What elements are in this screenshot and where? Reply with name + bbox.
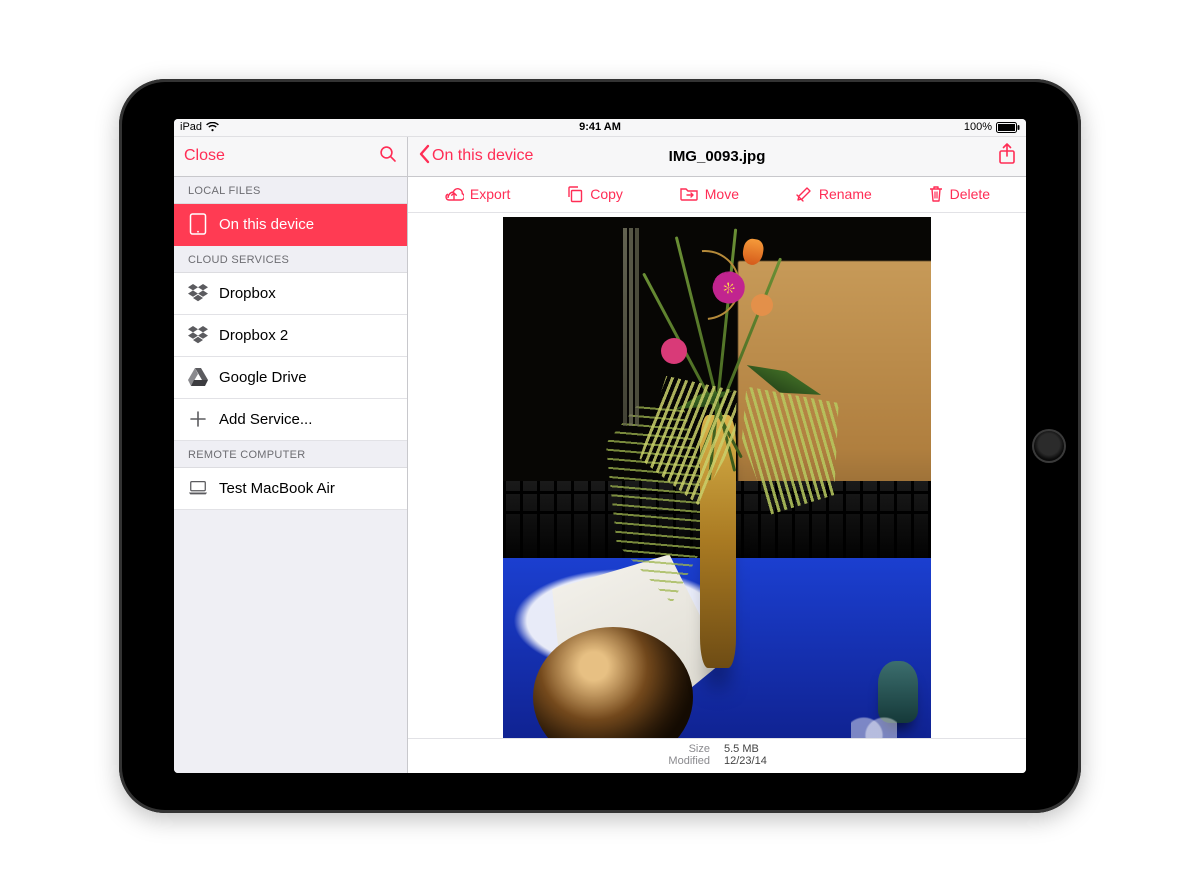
toolbar-label: Delete: [950, 186, 990, 202]
sidebar-item-add-service[interactable]: Add Service...: [174, 399, 407, 441]
move-button[interactable]: Move: [679, 186, 739, 202]
main-header: On this device IMG_0093.jpg: [408, 137, 1026, 177]
carrier-label: iPad: [180, 121, 202, 133]
meta-size-value: 5.5 MB: [724, 743, 860, 755]
toolbar-label: Export: [470, 186, 510, 202]
toolbar-label: Copy: [590, 186, 623, 202]
battery-label: 100%: [964, 121, 992, 133]
status-bar: iPad 9:41 AM 100%: [174, 119, 1026, 137]
delete-button[interactable]: Delete: [928, 185, 990, 203]
wifi-icon: [206, 122, 219, 132]
sidebar-item-test-macbook-air[interactable]: Test MacBook Air: [174, 468, 407, 510]
home-button[interactable]: [1032, 429, 1066, 463]
dropbox-icon: [188, 284, 208, 302]
sidebar-item-label: Test MacBook Air: [219, 480, 335, 497]
screen: iPad 9:41 AM 100% Close: [174, 119, 1026, 773]
section-header-remote: REMOTE COMPUTER: [174, 441, 407, 468]
ipad-frame: iPad 9:41 AM 100% Close: [119, 79, 1081, 813]
toolbar: Export Copy Move Rename: [408, 177, 1026, 213]
battery-icon: [996, 122, 1020, 133]
rename-button[interactable]: Rename: [795, 185, 872, 203]
sidebar-header: Close: [174, 137, 407, 177]
back-label: On this device: [432, 147, 533, 165]
sidebar: Close LOCAL FILES On this device CLOUD S…: [174, 137, 408, 773]
file-title: IMG_0093.jpg: [669, 148, 766, 165]
share-button[interactable]: [998, 143, 1016, 170]
sidebar-item-label: Add Service...: [219, 411, 312, 428]
sidebar-item-google-drive[interactable]: Google Drive: [174, 357, 407, 399]
toolbar-label: Move: [705, 186, 739, 202]
section-header-cloud: CLOUD SERVICES: [174, 246, 407, 273]
photo-content: [503, 217, 931, 738]
section-header-local: LOCAL FILES: [174, 177, 407, 204]
sidebar-item-label: Dropbox: [219, 285, 276, 302]
sidebar-item-label: Google Drive: [219, 369, 307, 386]
laptop-icon: [188, 480, 208, 496]
back-button[interactable]: On this device: [418, 144, 533, 169]
meta-modified-value: 12/23/14: [724, 755, 860, 767]
export-button[interactable]: Export: [444, 186, 510, 202]
toolbar-label: Rename: [819, 186, 872, 202]
sidebar-item-dropbox-2[interactable]: Dropbox 2: [174, 315, 407, 357]
image-preview[interactable]: [408, 213, 1026, 738]
meta-size-label: Size: [574, 743, 710, 755]
chevron-left-icon: [418, 144, 430, 169]
file-metadata: Size 5.5 MB Modified 12/23/14: [408, 738, 1026, 773]
main-pane: On this device IMG_0093.jpg Export Copy: [408, 137, 1026, 773]
google-drive-icon: [188, 368, 208, 386]
sidebar-item-on-this-device[interactable]: On this device: [174, 204, 407, 246]
sidebar-item-label: Dropbox 2: [219, 327, 288, 344]
copy-button[interactable]: Copy: [566, 185, 623, 203]
meta-modified-label: Modified: [574, 755, 710, 767]
ipad-icon: [188, 213, 208, 235]
sidebar-item-dropbox[interactable]: Dropbox: [174, 273, 407, 315]
dropbox-icon: [188, 326, 208, 344]
search-icon[interactable]: [379, 145, 397, 168]
clock: 9:41 AM: [579, 121, 621, 133]
plus-icon: [188, 410, 208, 428]
sidebar-item-label: On this device: [219, 216, 314, 233]
close-button[interactable]: Close: [184, 147, 225, 165]
